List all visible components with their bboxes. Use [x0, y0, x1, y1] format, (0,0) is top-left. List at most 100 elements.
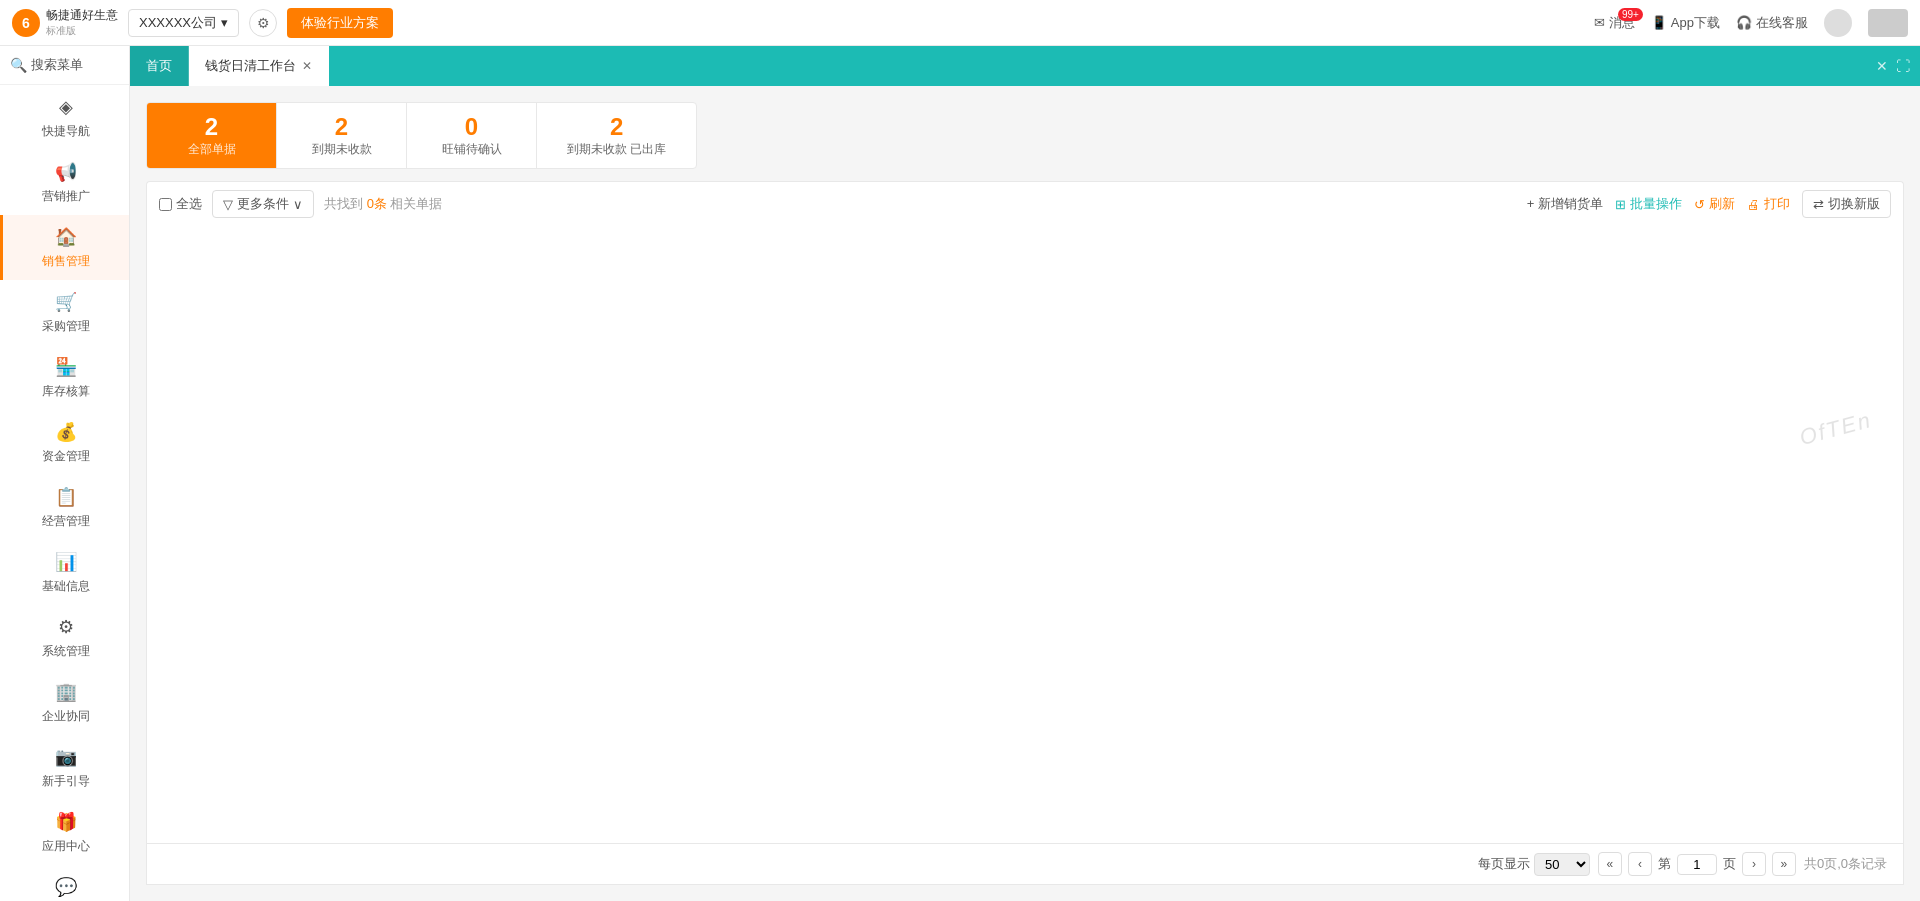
header-right: ✉ 消息 99+ 📱 App下载 🎧 在线客服 — [1594, 9, 1908, 37]
header-left: 6 畅捷通好生意 标准版 XXXXXX公司 ▾ ⚙ 体验行业方案 — [12, 8, 393, 38]
sidebar-item-12[interactable]: 💬 企业微信 — [0, 865, 129, 901]
tab-bar: 首页 钱货日清工作台 ✕ ✕ ⛶ — [130, 46, 1920, 86]
sidebar-label-3: 采购管理 — [42, 318, 90, 335]
logo-text: 畅捷通好生意 标准版 — [46, 8, 118, 37]
chevron-down-icon: ▾ — [221, 15, 228, 30]
sidebar-item-8[interactable]: ⚙ 系统管理 — [0, 605, 129, 670]
switch-version-btn[interactable]: ⇄ 切换新版 — [1802, 190, 1891, 218]
download-icon: 📱 — [1651, 15, 1667, 30]
sidebar-label-9: 企业协同 — [42, 708, 90, 725]
sidebar: 🔍 搜索菜单 ◈ 快捷导航 📢 营销推广 🏠 销售管理 🛒 采购管理 🏪 库存核… — [0, 46, 130, 901]
sidebar-icon-6: 📋 — [54, 485, 78, 509]
avatar[interactable] — [1824, 9, 1852, 37]
sidebar-item-4[interactable]: 🏪 库存核算 — [0, 345, 129, 410]
search-icon: 🔍 — [10, 57, 27, 73]
found-text: 共找到 0条 相关单据 — [324, 195, 442, 213]
sidebar-item-9[interactable]: 🏢 企业协同 — [0, 670, 129, 735]
logo-area: 6 畅捷通好生意 标准版 — [12, 8, 118, 37]
sidebar-label-sales: 销售管理 — [42, 253, 90, 270]
sidebar-icon-8: ⚙ — [54, 615, 78, 639]
prev-page-btn[interactable]: ‹ — [1628, 852, 1652, 876]
sidebar-item-1[interactable]: 📢 营销推广 — [0, 150, 129, 215]
sidebar-item-11[interactable]: 🎁 应用中心 — [0, 800, 129, 865]
print-btn[interactable]: 🖨 打印 — [1747, 195, 1790, 213]
stats-tabs: 2 全部单据 2 到期未收款 0 旺铺待确认 2 到期未收款 已出库 — [146, 102, 697, 169]
toolbar: 全选 ▽ 更多条件 ∨ 共找到 0条 相关单据 + 新增销货单 — [146, 181, 1904, 226]
sidebar-icon-0: ◈ — [54, 95, 78, 119]
sidebar-item-10[interactable]: 📷 新手引导 — [0, 735, 129, 800]
watermark: OfTEn — [1797, 407, 1875, 451]
filter-button[interactable]: ▽ 更多条件 ∨ — [212, 190, 314, 218]
last-page-btn[interactable]: » — [1772, 852, 1796, 876]
tab-expand-btn[interactable]: ⛶ — [1896, 58, 1910, 74]
online-service-action[interactable]: 🎧 在线客服 — [1736, 14, 1808, 32]
first-page-btn[interactable]: « — [1598, 852, 1622, 876]
sidebar-item-0[interactable]: ◈ 快捷导航 — [0, 85, 129, 150]
stat-tab-1[interactable]: 2 到期未收款 — [277, 103, 407, 168]
tab-home[interactable]: 首页 — [130, 46, 189, 86]
main-layout: 🔍 搜索菜单 ◈ 快捷导航 📢 营销推广 🏠 销售管理 🛒 采购管理 🏪 库存核… — [0, 46, 1920, 901]
top-header: 6 畅捷通好生意 标准版 XXXXXX公司 ▾ ⚙ 体验行业方案 ✉ 消息 99… — [0, 0, 1920, 46]
sidebar-item-6[interactable]: 📋 经营管理 — [0, 475, 129, 540]
next-page-btn[interactable]: › — [1742, 852, 1766, 876]
search-menu[interactable]: 🔍 搜索菜单 — [0, 46, 129, 85]
sidebar-label-4: 库存核算 — [42, 383, 90, 400]
sidebar-icon-7: 📊 — [54, 550, 78, 574]
chevron-icon: ∨ — [293, 197, 303, 212]
avatar-extra[interactable] — [1868, 9, 1908, 37]
pagination-bar: 每页显示 50 100 200 « ‹ 第 页 › » 共0页,0条记录 — [146, 844, 1904, 885]
total-info: 共0页,0条记录 — [1804, 855, 1887, 873]
page-content: 2 全部单据 2 到期未收款 0 旺铺待确认 2 到期未收款 已出库 — [130, 86, 1920, 901]
stat-tab-3[interactable]: 2 到期未收款 已出库 — [537, 103, 696, 168]
company-selector[interactable]: XXXXXX公司 ▾ — [128, 9, 239, 37]
filter-icon: ▽ — [223, 197, 233, 212]
sidebar-item-sales[interactable]: 🏠 销售管理 — [0, 215, 129, 280]
tab-close-btn[interactable]: ✕ — [1876, 58, 1888, 74]
sidebar-item-5[interactable]: 💰 资金管理 — [0, 410, 129, 475]
table-area: OfTEn — [146, 226, 1904, 844]
page-size-selector: 每页显示 50 100 200 — [1478, 853, 1590, 876]
settings-icon[interactable]: ⚙ — [249, 9, 277, 37]
refresh-btn[interactable]: ↺ 刷新 — [1694, 195, 1735, 213]
select-all-checkbox[interactable]: 全选 — [159, 195, 202, 213]
print-icon: 🖨 — [1747, 197, 1760, 212]
sidebar-icon-sales: 🏠 — [54, 225, 78, 249]
tab-bar-actions: ✕ ⛶ — [1876, 58, 1920, 74]
batch-action-btn[interactable]: ⊞ 批量操作 — [1615, 195, 1682, 213]
sidebar-icon-9: 🏢 — [54, 680, 78, 704]
sidebar-icon-5: 💰 — [54, 420, 78, 444]
refresh-icon: ↺ — [1694, 197, 1705, 212]
sidebar-label-0: 快捷导航 — [42, 123, 90, 140]
tab-workbench[interactable]: 钱货日清工作台 ✕ — [189, 46, 329, 86]
logo-icon: 6 — [12, 9, 40, 37]
page-input[interactable] — [1677, 854, 1717, 875]
sidebar-label-7: 基础信息 — [42, 578, 90, 595]
toolbar-right: + 新增销货单 ⊞ 批量操作 ↺ 刷新 🖨 打印 ⇄ — [1527, 190, 1891, 218]
sidebar-icon-11: 🎁 — [54, 810, 78, 834]
messages-action[interactable]: ✉ 消息 99+ — [1594, 14, 1635, 32]
sidebar-icon-10: 📷 — [54, 745, 78, 769]
page-nav: « ‹ 第 页 › » — [1598, 852, 1796, 876]
message-icon: ✉ — [1594, 15, 1605, 30]
sidebar-icon-1: 📢 — [54, 160, 78, 184]
stat-tab-0[interactable]: 2 全部单据 — [147, 103, 277, 168]
add-sale-btn[interactable]: + 新增销货单 — [1527, 195, 1603, 213]
service-icon: 🎧 — [1736, 15, 1752, 30]
content-area: 首页 钱货日清工作台 ✕ ✕ ⛶ 2 全部单据 2 到期未收款 — [130, 46, 1920, 901]
sidebar-label-8: 系统管理 — [42, 643, 90, 660]
page-size-select[interactable]: 50 100 200 — [1534, 853, 1590, 876]
sidebar-icon-3: 🛒 — [54, 290, 78, 314]
all-checkbox[interactable] — [159, 198, 172, 211]
stat-tab-2[interactable]: 0 旺铺待确认 — [407, 103, 537, 168]
found-count: 0条 — [367, 196, 387, 211]
sidebar-label-11: 应用中心 — [42, 838, 90, 855]
sidebar-icon-4: 🏪 — [54, 355, 78, 379]
experience-btn[interactable]: 体验行业方案 — [287, 8, 393, 38]
sidebar-item-3[interactable]: 🛒 采购管理 — [0, 280, 129, 345]
sidebar-label-5: 资金管理 — [42, 448, 90, 465]
app-download-action[interactable]: 📱 App下载 — [1651, 14, 1720, 32]
sidebar-item-7[interactable]: 📊 基础信息 — [0, 540, 129, 605]
switch-icon: ⇄ — [1813, 197, 1824, 212]
tab-close-icon[interactable]: ✕ — [302, 59, 312, 73]
sidebar-label-1: 营销推广 — [42, 188, 90, 205]
